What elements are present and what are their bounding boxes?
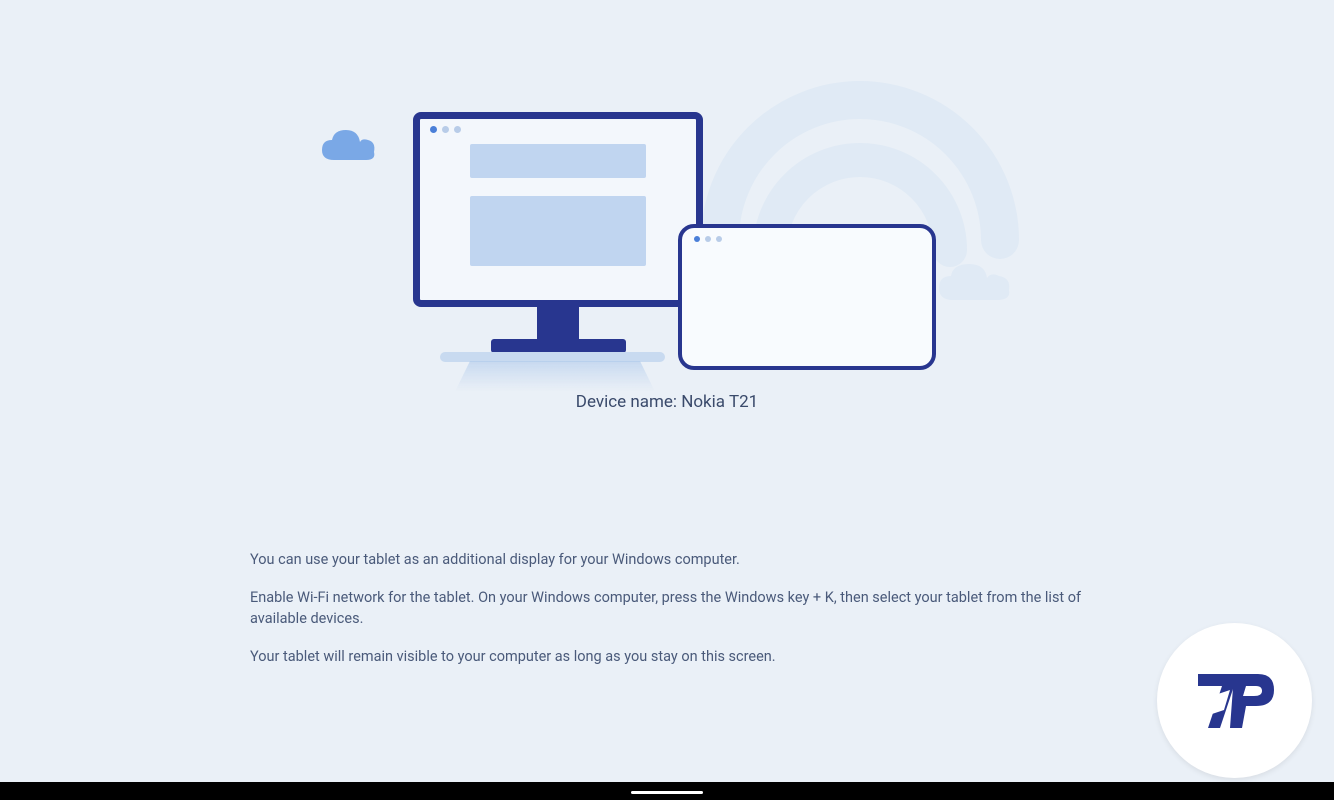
brand-logo-badge: [1157, 623, 1312, 778]
window-control-dot: [705, 236, 711, 242]
monitor-titlebar: [420, 119, 696, 139]
content-placeholder: [470, 144, 646, 178]
instruction-text: You can use your tablet as an additional…: [250, 549, 1084, 570]
tablet-titlebar: [682, 228, 932, 244]
monitor-screen: [413, 112, 703, 307]
cloud-icon: [318, 128, 380, 168]
tablet-illustration: [678, 224, 936, 370]
system-nav-bar: [0, 782, 1334, 800]
monitor-illustration: [413, 112, 703, 353]
window-control-dot: [430, 126, 437, 133]
window-control-dot: [442, 126, 449, 133]
monitor-stand-neck: [537, 307, 579, 339]
content-placeholder: [470, 196, 646, 266]
nav-handle[interactable]: [631, 791, 703, 794]
instructions-block: You can use your tablet as an additional…: [250, 549, 1084, 684]
device-name-label: Device name: Nokia T21: [0, 392, 1334, 412]
brand-logo-icon: [1190, 666, 1280, 736]
monitor-stand-base: [491, 339, 626, 353]
reflection-illustration: [455, 361, 655, 392]
window-control-dot: [694, 236, 700, 242]
cloud-icon-light: [935, 260, 1015, 308]
instruction-text: Enable Wi-Fi network for the tablet. On …: [250, 587, 1084, 629]
window-control-dot: [454, 126, 461, 133]
illustration-container: [0, 0, 1334, 410]
instruction-text: Your tablet will remain visible to your …: [250, 646, 1084, 667]
window-control-dot: [716, 236, 722, 242]
